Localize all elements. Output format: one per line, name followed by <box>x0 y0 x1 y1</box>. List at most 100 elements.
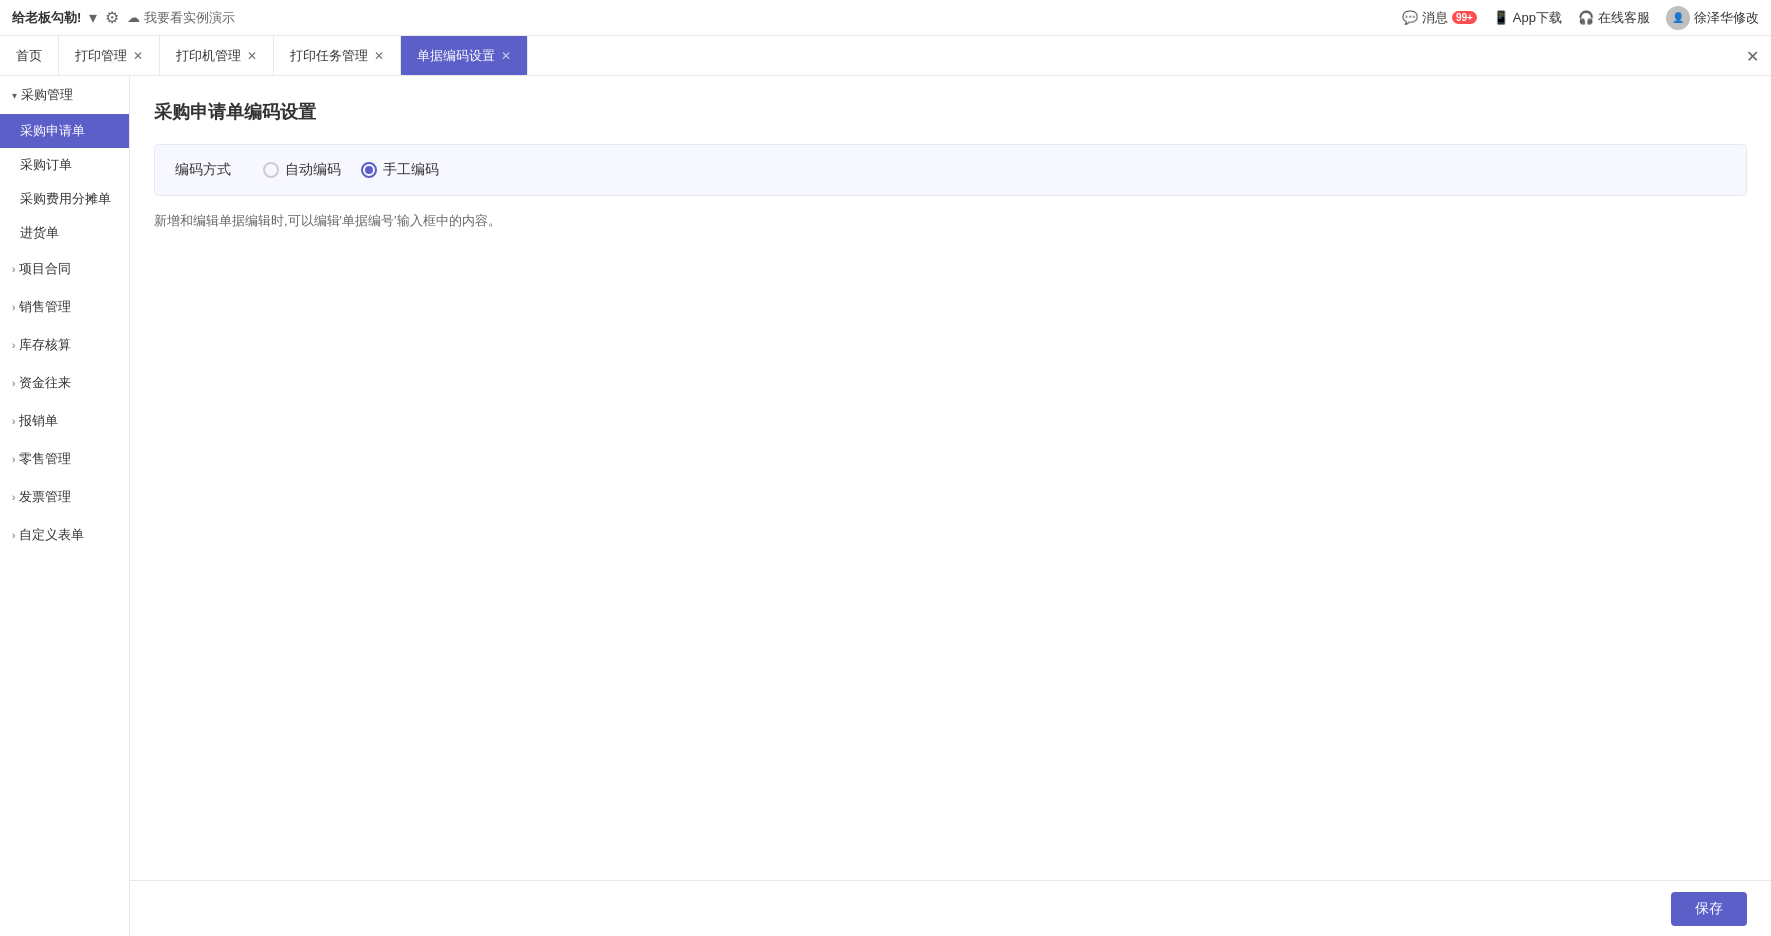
search-text: 我要看实例演示 <box>144 9 235 27</box>
sidebar-item-purchase-req-label: 采购申请单 <box>20 123 85 138</box>
sidebar-group-returns: › 报销单 <box>0 402 129 440</box>
sales-arrow-icon: › <box>12 302 15 313</box>
returns-arrow-icon: › <box>12 416 15 427</box>
sidebar-group-sales-label: 销售管理 <box>19 298 71 316</box>
tab-print-mgmt[interactable]: 打印管理 ✕ <box>59 36 160 75</box>
app-download-button[interactable]: 📱 App下载 <box>1493 9 1562 27</box>
tab-print-task-mgmt-close[interactable]: ✕ <box>374 49 384 63</box>
headset-icon: 🎧 <box>1578 10 1594 25</box>
top-bar: 给老板勾勒! ▾ ⚙ ☁ 我要看实例演示 💬 消息 99+ 📱 App下载 🎧 … <box>0 0 1771 36</box>
message-icon: 💬 <box>1402 10 1418 25</box>
sidebar-group-returns-header[interactable]: › 报销单 <box>0 402 129 440</box>
top-bar-left: 给老板勾勒! ▾ ⚙ ☁ 我要看实例演示 <box>12 8 235 27</box>
sidebar-group-custom-forms: › 自定义表单 <box>0 516 129 554</box>
inventory-arrow-icon: › <box>12 340 15 351</box>
manual-coding-label: 手工编码 <box>383 161 439 179</box>
sidebar-group-retail-label: 零售管理 <box>19 450 71 468</box>
tab-printer-mgmt-close[interactable]: ✕ <box>247 49 257 63</box>
tab-print-mgmt-close[interactable]: ✕ <box>133 49 143 63</box>
sidebar-item-purchase-expense[interactable]: 采购费用分摊单 <box>0 182 129 216</box>
tab-doc-code-setting-close[interactable]: ✕ <box>501 49 511 63</box>
sidebar-group-invoice-header[interactable]: › 发票管理 <box>0 478 129 516</box>
search-area: ☁ 我要看实例演示 <box>127 9 235 27</box>
sidebar-item-purchase-stock[interactable]: 进货单 <box>0 216 129 250</box>
tab-doc-code-setting[interactable]: 单据编码设置 ✕ <box>401 36 528 75</box>
coding-method-section: 编码方式 自动编码 手工编码 <box>154 144 1747 196</box>
sidebar-group-retail: › 零售管理 <box>0 440 129 478</box>
sidebar-group-inventory: › 库存核算 <box>0 326 129 364</box>
content-footer: 保存 <box>130 880 1771 936</box>
user-profile[interactable]: 👤 徐泽华修改 <box>1666 6 1759 30</box>
tab-print-task-mgmt[interactable]: 打印任务管理 ✕ <box>274 36 401 75</box>
sidebar-item-purchase-order[interactable]: 采购订单 <box>0 148 129 182</box>
top-bar-right: 💬 消息 99+ 📱 App下载 🎧 在线客服 👤 徐泽华修改 <box>1402 6 1759 30</box>
message-button[interactable]: 💬 消息 99+ <box>1402 9 1477 27</box>
sidebar-group-retail-header[interactable]: › 零售管理 <box>0 440 129 478</box>
user-name: 徐泽华修改 <box>1694 9 1759 27</box>
sidebar-item-purchase-order-label: 采购订单 <box>20 157 72 172</box>
message-label: 消息 <box>1422 9 1448 27</box>
sidebar-item-purchase-req[interactable]: 采购申请单 <box>0 114 129 148</box>
project-contract-arrow-icon: › <box>12 264 15 275</box>
online-service-button[interactable]: 🎧 在线客服 <box>1578 9 1650 27</box>
sidebar-group-purchase: ▾ 采购管理 采购申请单 采购订单 采购费用分摊单 进货单 <box>0 76 129 250</box>
brand-name: 给老板勾勒! <box>12 9 81 27</box>
content-area: 采购申请单编码设置 编码方式 自动编码 手工编码 新增和编辑单据编辑时,可以编辑… <box>130 76 1771 936</box>
retail-arrow-icon: › <box>12 454 15 465</box>
main-layout: ▾ 采购管理 采购申请单 采购订单 采购费用分摊单 进货单 › 项目合同 <box>0 76 1771 936</box>
tab-home-label: 首页 <box>16 47 42 65</box>
phone-icon: 📱 <box>1493 10 1509 25</box>
sidebar-group-project-contract-label: 项目合同 <box>19 260 71 278</box>
sidebar-item-purchase-stock-label: 进货单 <box>20 225 59 240</box>
sidebar-group-purchase-label: 采购管理 <box>21 86 73 104</box>
tab-bar: 首页 打印管理 ✕ 打印机管理 ✕ 打印任务管理 ✕ 单据编码设置 ✕ ✕ <box>0 36 1771 76</box>
tab-printer-mgmt[interactable]: 打印机管理 ✕ <box>160 36 274 75</box>
auto-coding-radio[interactable] <box>263 162 279 178</box>
info-text: 新增和编辑单据编辑时,可以编辑'单据编号'输入框中的内容。 <box>154 212 1747 230</box>
sidebar: ▾ 采购管理 采购申请单 采购订单 采购费用分摊单 进货单 › 项目合同 <box>0 76 130 936</box>
sidebar-item-purchase-expense-label: 采购费用分摊单 <box>20 191 111 206</box>
sidebar-group-invoice-label: 发票管理 <box>19 488 71 506</box>
tab-printer-mgmt-label: 打印机管理 <box>176 47 241 65</box>
settings-button[interactable]: ⚙ <box>105 8 119 27</box>
sidebar-group-sales-header[interactable]: › 销售管理 <box>0 288 129 326</box>
sidebar-group-inventory-label: 库存核算 <box>19 336 71 354</box>
sidebar-group-funds-label: 资金往来 <box>19 374 71 392</box>
auto-coding-label: 自动编码 <box>285 161 341 179</box>
sidebar-group-custom-forms-header[interactable]: › 自定义表单 <box>0 516 129 554</box>
tab-bar-close-button[interactable]: ✕ <box>1746 46 1759 65</box>
sidebar-group-custom-forms-label: 自定义表单 <box>19 526 84 544</box>
message-badge: 99+ <box>1452 11 1477 24</box>
tab-print-mgmt-label: 打印管理 <box>75 47 127 65</box>
save-button[interactable]: 保存 <box>1671 892 1747 926</box>
dropdown-button[interactable]: ▾ <box>89 8 97 27</box>
sidebar-group-invoice: › 发票管理 <box>0 478 129 516</box>
custom-forms-arrow-icon: › <box>12 530 15 541</box>
sidebar-group-purchase-header[interactable]: ▾ 采购管理 <box>0 76 129 114</box>
cloud-icon: ☁ <box>127 10 140 25</box>
settings-icon: ⚙ <box>105 8 119 27</box>
user-avatar: 👤 <box>1666 6 1690 30</box>
content-main: 采购申请单编码设置 编码方式 自动编码 手工编码 新增和编辑单据编辑时,可以编辑… <box>130 76 1771 880</box>
coding-method-label: 编码方式 <box>175 161 231 179</box>
coding-radio-group: 自动编码 手工编码 <box>263 161 439 179</box>
funds-arrow-icon: › <box>12 378 15 389</box>
dropdown-icon: ▾ <box>89 8 97 27</box>
sidebar-group-returns-label: 报销单 <box>19 412 58 430</box>
sidebar-group-funds-header[interactable]: › 资金往来 <box>0 364 129 402</box>
online-service-label: 在线客服 <box>1598 9 1650 27</box>
sidebar-group-funds: › 资金往来 <box>0 364 129 402</box>
sidebar-group-project-contract-header[interactable]: › 项目合同 <box>0 250 129 288</box>
manual-coding-radio[interactable] <box>361 162 377 178</box>
sidebar-group-project-contract: › 项目合同 <box>0 250 129 288</box>
auto-coding-option[interactable]: 自动编码 <box>263 161 341 179</box>
sidebar-group-sales: › 销售管理 <box>0 288 129 326</box>
tab-home[interactable]: 首页 <box>0 36 59 75</box>
tab-print-task-mgmt-label: 打印任务管理 <box>290 47 368 65</box>
sidebar-group-inventory-header[interactable]: › 库存核算 <box>0 326 129 364</box>
app-download-label: App下载 <box>1513 9 1562 27</box>
invoice-arrow-icon: › <box>12 492 15 503</box>
purchase-arrow-icon: ▾ <box>12 90 17 101</box>
tab-doc-code-setting-label: 单据编码设置 <box>417 47 495 65</box>
manual-coding-option[interactable]: 手工编码 <box>361 161 439 179</box>
